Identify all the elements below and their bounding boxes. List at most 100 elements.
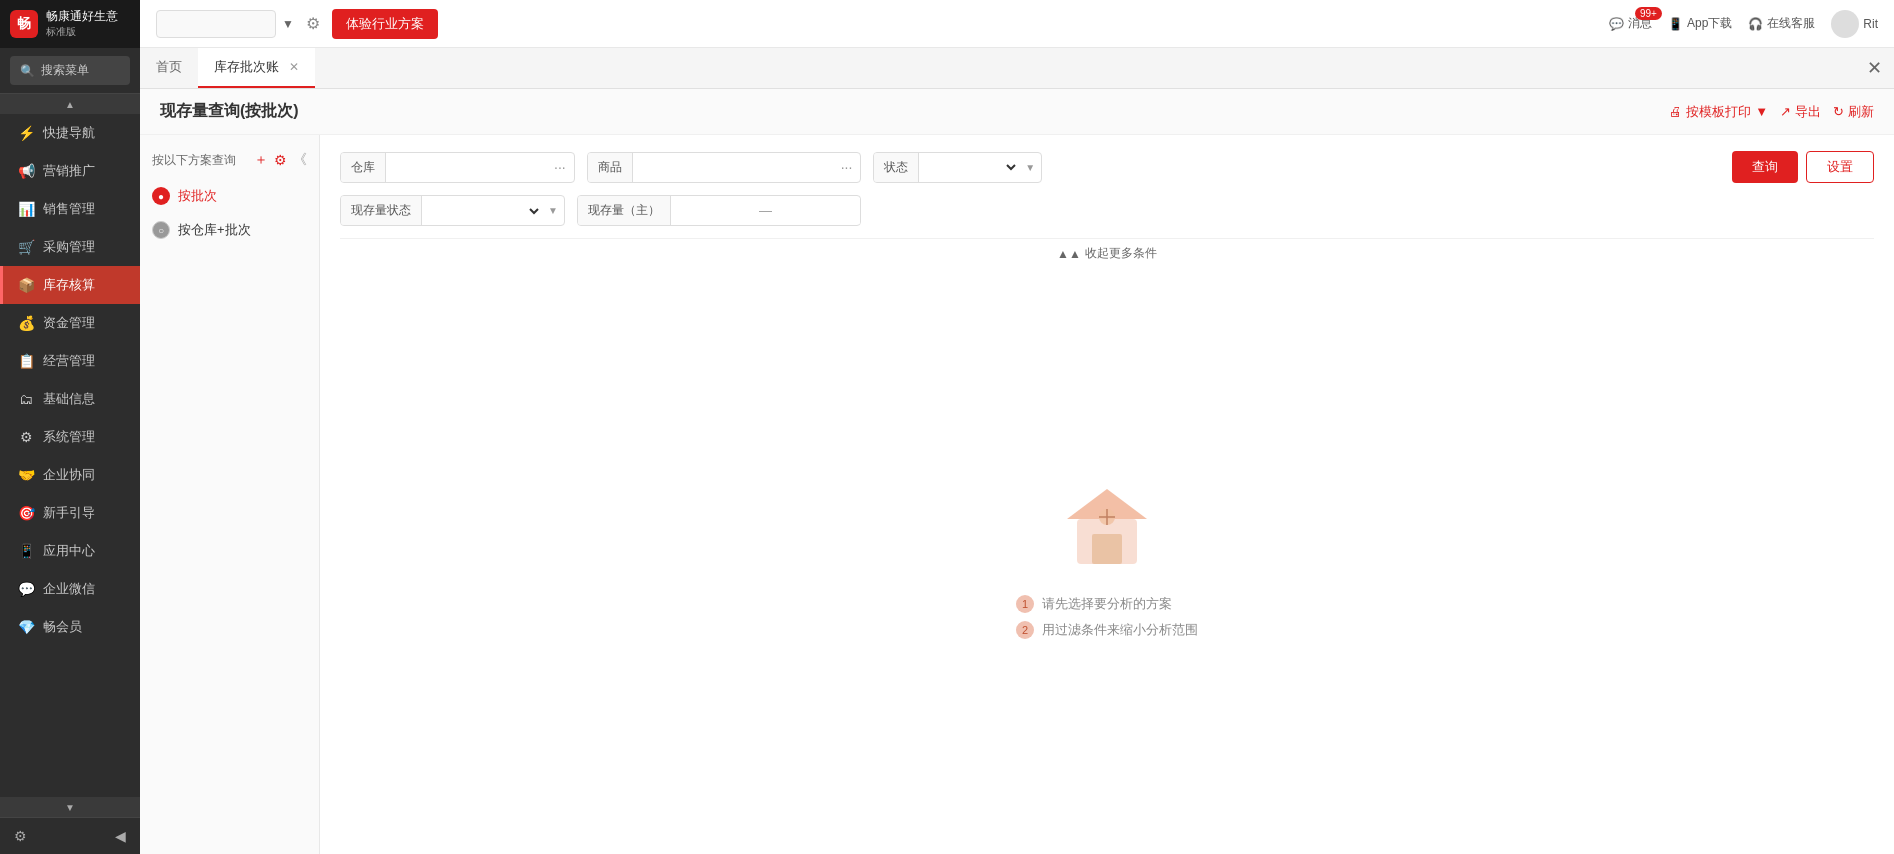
inventory-icon: 📦 (17, 276, 35, 294)
product-input[interactable] (633, 154, 833, 180)
sidebar-item-enterprise[interactable]: 🤝 企业协同 (0, 456, 140, 494)
wechat-icon: 💬 (17, 580, 35, 598)
avatar (1831, 10, 1859, 38)
export-button[interactable]: ↗ 导出 (1780, 103, 1821, 121)
settings-button[interactable]: 设置 (1806, 151, 1874, 183)
purchase-icon: 🛒 (17, 238, 35, 256)
inventory-qty-to-input[interactable] (780, 198, 860, 224)
tab-close-icon[interactable]: ✕ (289, 60, 299, 74)
sidebar-item-system[interactable]: ⚙ 系统管理 (0, 418, 140, 456)
left-panel: 按以下方案查询 ＋ ⚙ 《 ● 按批次 ○ 按仓库+批次 (140, 135, 320, 854)
system-icon: ⚙ (17, 428, 35, 446)
vip-icon: 💎 (17, 618, 35, 636)
tip-num-2: 2 (1016, 621, 1034, 639)
sidebar-item-finance[interactable]: 💰 资金管理 (0, 304, 140, 342)
sidebar-collapse-button[interactable]: ◀ (115, 828, 126, 844)
printer-icon: 🖨 (1669, 104, 1682, 119)
search-menu-button[interactable]: 🔍 搜索菜单 (10, 56, 130, 85)
sidebar-item-basic[interactable]: 🗂 基础信息 (0, 380, 140, 418)
sidebar-item-operation[interactable]: 📋 经营管理 (0, 342, 140, 380)
inventory-status-label: 现存量状态 (341, 196, 422, 225)
tab-home[interactable]: 首页 (140, 48, 198, 88)
topbar-search-area: ▼ (156, 10, 294, 38)
main-content: ▼ ⚙ 体验行业方案 💬 消息 99+ 📱 App下载 🎧 在线客服 Rit (140, 0, 1894, 854)
collapse-icon: ▲▲ (1057, 247, 1081, 261)
add-scheme-button[interactable]: ＋ (254, 151, 268, 169)
product-dots-button[interactable]: ··· (833, 153, 861, 181)
search-icon: 🔍 (20, 64, 35, 78)
collapse-conditions-button[interactable]: ▲▲ 收起更多条件 (340, 238, 1874, 268)
product-filter: 商品 ··· (587, 152, 862, 183)
print-button[interactable]: 🖨 按模板打印 ▼ (1669, 103, 1768, 121)
experience-button[interactable]: 体验行业方案 (332, 9, 438, 39)
status-label: 状态 (874, 153, 919, 182)
sidebar-header: 畅 畅康通好生意 标准版 (0, 0, 140, 48)
topbar: ▼ ⚙ 体验行业方案 💬 消息 99+ 📱 App下载 🎧 在线客服 Rit (140, 0, 1894, 48)
tab-inventory-batch[interactable]: 库存批次账 ✕ (198, 48, 315, 88)
close-panel-button[interactable]: ✕ (1855, 53, 1894, 83)
inventory-qty-from-input[interactable] (671, 198, 751, 224)
finance-icon: 💰 (17, 314, 35, 332)
app-subtitle: 标准版 (46, 25, 118, 39)
topbar-dropdown-button[interactable]: ▼ (282, 17, 294, 31)
scheme-item-by-warehouse-batch[interactable]: ○ 按仓库+批次 (140, 213, 319, 247)
page-title: 现存量查询(按批次) (160, 101, 299, 122)
user-profile[interactable]: Rit (1831, 10, 1878, 38)
sidebar-item-purchase[interactable]: 🛒 采购管理 (0, 228, 140, 266)
empty-tip-2: 2 用过滤条件来缩小分析范围 (1016, 621, 1198, 639)
sidebar-item-newbie[interactable]: 🎯 新手引导 (0, 494, 140, 532)
export-icon: ↗ (1780, 104, 1791, 119)
query-button[interactable]: 查询 (1732, 151, 1798, 183)
message-button[interactable]: 💬 消息 99+ (1609, 15, 1652, 32)
topbar-gear-button[interactable]: ⚙ (306, 14, 320, 33)
topbar-search-input[interactable] (156, 10, 276, 38)
sidebar-item-wechat[interactable]: 💬 企业微信 (0, 570, 140, 608)
refresh-button[interactable]: ↻ 刷新 (1833, 103, 1874, 121)
filter-row-1: 仓库 ··· 商品 ··· 状态 (340, 151, 1874, 183)
sidebar-item-vip[interactable]: 💎 畅会员 (0, 608, 140, 646)
shortcuts-icon: ⚡ (17, 124, 35, 142)
sidebar-search-area: 🔍 搜索菜单 (0, 48, 140, 94)
batch-scheme-icon: ● (152, 187, 170, 205)
empty-tip-1: 1 请先选择要分析的方案 (1016, 595, 1198, 613)
app-download-icon: 📱 (1668, 17, 1683, 31)
sidebar-item-shortcuts[interactable]: ⚡ 快捷导航 (0, 114, 140, 152)
sidebar-item-sales[interactable]: 📊 销售管理 (0, 190, 140, 228)
right-panel: 仓库 ··· 商品 ··· 状态 (320, 135, 1894, 854)
headset-icon: 🎧 (1748, 17, 1763, 31)
scheme-settings-button[interactable]: ⚙ (274, 152, 287, 168)
app-download-button[interactable]: 📱 App下载 (1668, 15, 1732, 32)
scroll-down-button[interactable]: ▼ (0, 797, 140, 817)
enterprise-icon: 🤝 (17, 466, 35, 484)
sidebar-item-inventory[interactable]: 📦 库存核算 (0, 266, 140, 304)
message-badge: 99+ (1635, 7, 1662, 20)
inventory-qty-label: 现存量（主） (578, 196, 671, 225)
status-select[interactable] (919, 153, 1019, 181)
product-label: 商品 (588, 153, 633, 182)
app-title: 畅康通好生意 (46, 9, 118, 25)
inventory-status-select[interactable] (422, 197, 542, 225)
sidebar-item-marketing[interactable]: 📢 营销推广 (0, 152, 140, 190)
marketing-icon: 📢 (17, 162, 35, 180)
message-icon: 💬 (1609, 17, 1624, 31)
sidebar-settings-button[interactable]: ⚙ (14, 828, 27, 844)
collapse-left-button[interactable]: 《 (293, 151, 307, 169)
left-panel-title: 按以下方案查询 (152, 152, 236, 169)
status-filter: 状态 ▼ (873, 152, 1042, 183)
empty-tips: 1 请先选择要分析的方案 2 用过滤条件来缩小分析范围 (1016, 595, 1198, 639)
scroll-up-button[interactable]: ▲ (0, 94, 140, 114)
inventory-status-dropdown-icon: ▼ (542, 199, 564, 222)
qty-dash: — (751, 197, 780, 224)
inventory-qty-filter: 现存量（主） — (577, 195, 861, 226)
warehouse-input[interactable] (386, 154, 546, 180)
scheme-item-by-batch[interactable]: ● 按批次 (140, 179, 319, 213)
online-service-button[interactable]: 🎧 在线客服 (1748, 15, 1815, 32)
page-content: 现存量查询(按批次) 🖨 按模板打印 ▼ ↗ 导出 ↻ 刷新 (140, 89, 1894, 854)
status-dropdown-icon: ▼ (1019, 156, 1041, 179)
basic-icon: 🗂 (17, 390, 35, 408)
warehouse-dots-button[interactable]: ··· (546, 153, 574, 181)
page-header: 现存量查询(按批次) 🖨 按模板打印 ▼ ↗ 导出 ↻ 刷新 (140, 89, 1894, 135)
sidebar-item-appcenter[interactable]: 📱 应用中心 (0, 532, 140, 570)
empty-state: 1 请先选择要分析的方案 2 用过滤条件来缩小分析范围 (340, 280, 1874, 838)
nav-list: ⚡ 快捷导航 📢 营销推广 📊 销售管理 🛒 采购管理 📦 库存核算 💰 资金管… (0, 114, 140, 797)
